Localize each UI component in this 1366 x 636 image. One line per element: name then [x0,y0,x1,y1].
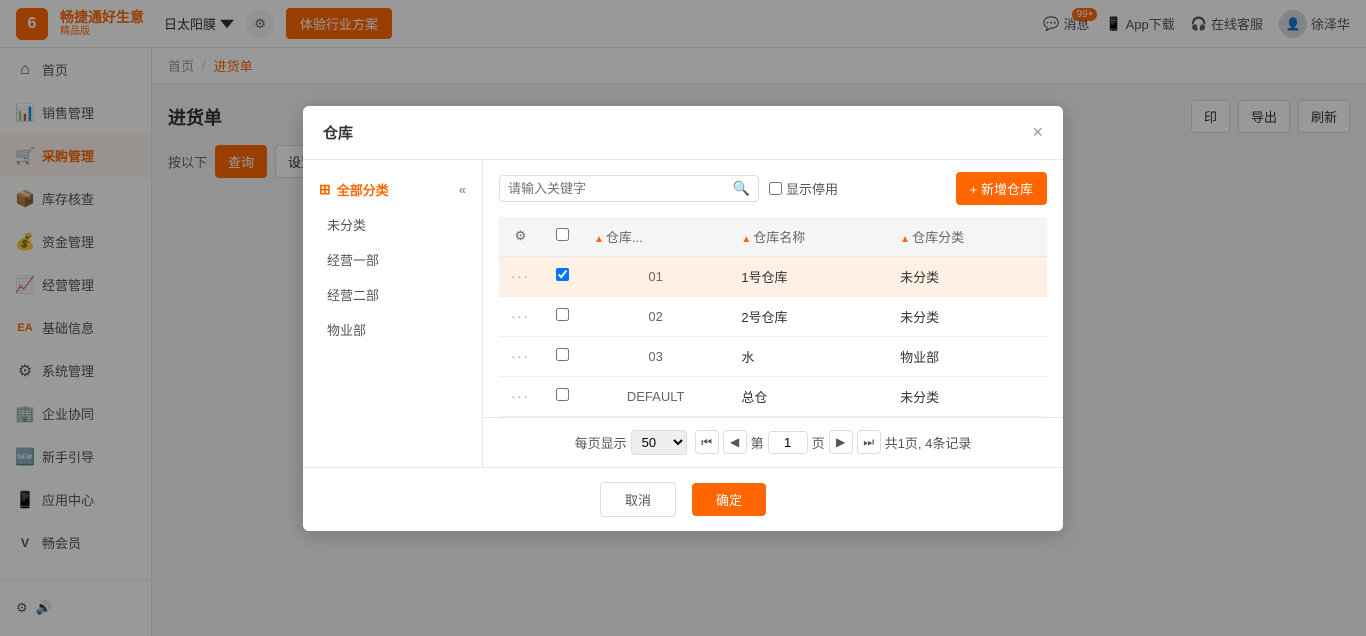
category-item-ops1[interactable]: 经营一部 [303,242,482,277]
page-label-pre: 第 [751,433,764,452]
row-dots-icon[interactable]: ··· [511,389,530,404]
modal-title: 仓库 [323,122,353,143]
table-row[interactable]: ··· 01 1号仓库 未分类 [499,256,1047,296]
first-page-button[interactable]: ⏮ [695,430,719,454]
row-num: 03 [582,336,729,376]
page-label: 页 [812,433,825,452]
category-item-ops2[interactable]: 经营二部 [303,277,482,312]
row-action-cell[interactable]: ··· [499,336,542,376]
category-item-uncategorized[interactable]: 未分类 [303,207,482,242]
next-page-button[interactable]: ▶ [829,430,853,454]
table-row[interactable]: ··· DEFAULT 总仓 未分类 [499,376,1047,416]
table-toolbar: 🔍 显示停用 + 新增仓库 [483,160,1063,217]
category-item-property[interactable]: 物业部 [303,312,482,347]
collapse-icon[interactable]: « [459,182,466,197]
row-category: 物业部 [888,336,1047,376]
row-check-cell[interactable] [542,336,582,376]
th-check[interactable] [542,217,582,257]
table-panel: 🔍 显示停用 + 新增仓库 ⚙ [483,160,1063,467]
row-checkbox[interactable] [556,268,569,281]
row-num: 02 [582,296,729,336]
confirm-button[interactable]: 确定 [692,483,766,516]
all-categories-label: 全部分类 [337,180,389,199]
warehouse-table: ⚙ ▲仓库... ▲仓库名称 ▲仓库分类 ··· 01 1号仓库 未分类 ·· [499,217,1047,417]
select-all-checkbox[interactable] [556,228,569,241]
page-size-select: 每页显示 50 20 100 [575,430,687,455]
page-navigation: ⏮ ◀ 第 页 ▶ ⏭ 共1页, 4条记录 [695,430,972,454]
show-disabled-checkbox[interactable] [769,182,782,195]
table-row[interactable]: ··· 03 水 物业部 [499,336,1047,376]
category-panel: ⊞ 全部分类 « 未分类 经营一部 经营二部 物业部 [303,160,483,467]
row-dots-icon[interactable]: ··· [511,309,530,324]
row-action-cell[interactable]: ··· [499,296,542,336]
row-name: 1号仓库 [729,256,888,296]
sort-code-icon: ▲ [594,234,604,245]
row-check-cell[interactable] [542,376,582,416]
sort-category-icon: ▲ [900,234,910,245]
warehouse-table-body: ··· 01 1号仓库 未分类 ··· 02 2号仓库 未分类 ··· 03 水… [499,256,1047,416]
table-header-row: ⚙ ▲仓库... ▲仓库名称 ▲仓库分类 [499,217,1047,257]
th-category: ▲仓库分类 [888,217,1047,257]
grid-icon: ⊞ [319,181,331,198]
search-box: 🔍 [499,175,759,202]
row-name: 水 [729,336,888,376]
th-code: ▲仓库... [582,217,729,257]
row-name: 总仓 [729,376,888,416]
total-label: 共1页, 4条记录 [885,433,972,452]
row-check-cell[interactable] [542,256,582,296]
show-disabled-label[interactable]: 显示停用 [769,179,838,198]
row-dots-icon[interactable]: ··· [511,349,530,364]
row-checkbox[interactable] [556,308,569,321]
modal-footer: 取消 确定 [303,467,1063,531]
warehouse-table-wrapper: ⚙ ▲仓库... ▲仓库名称 ▲仓库分类 ··· 01 1号仓库 未分类 ·· [483,217,1063,417]
row-checkbox[interactable] [556,388,569,401]
search-icon: 🔍 [733,180,750,197]
row-check-cell[interactable] [542,296,582,336]
per-page-dropdown[interactable]: 50 20 100 [631,430,687,455]
warehouse-modal: 仓库 × ⊞ 全部分类 « 未分类 经营一部 经营二部 [303,106,1063,531]
last-page-button[interactable]: ⏭ [857,430,881,454]
all-categories-item[interactable]: ⊞ 全部分类 « [303,172,482,207]
modal-body: ⊞ 全部分类 « 未分类 经营一部 经营二部 物业部 [303,160,1063,467]
table-row[interactable]: ··· 02 2号仓库 未分类 [499,296,1047,336]
row-dots-icon[interactable]: ··· [511,269,530,284]
sort-name-icon: ▲ [741,234,751,245]
cancel-button[interactable]: 取消 [600,482,676,517]
row-category: 未分类 [888,296,1047,336]
row-num: DEFAULT [582,376,729,416]
add-warehouse-button[interactable]: + 新增仓库 [956,172,1047,205]
th-name: ▲仓库名称 [729,217,888,257]
modal-overlay: 仓库 × ⊞ 全部分类 « 未分类 经营一部 经营二部 [0,0,1366,636]
page-number-input[interactable] [768,431,808,454]
row-category: 未分类 [888,376,1047,416]
modal-close-button[interactable]: × [1032,123,1043,141]
pagination: 每页显示 50 20 100 ⏮ ◀ 第 页 ▶ [483,417,1063,467]
row-category: 未分类 [888,256,1047,296]
row-action-cell[interactable]: ··· [499,376,542,416]
prev-page-button[interactable]: ◀ [723,430,747,454]
row-name: 2号仓库 [729,296,888,336]
th-settings[interactable]: ⚙ [499,217,542,257]
row-action-cell[interactable]: ··· [499,256,542,296]
row-num: 01 [582,256,729,296]
search-input[interactable] [508,181,727,196]
modal-header: 仓库 × [303,106,1063,160]
row-checkbox[interactable] [556,348,569,361]
